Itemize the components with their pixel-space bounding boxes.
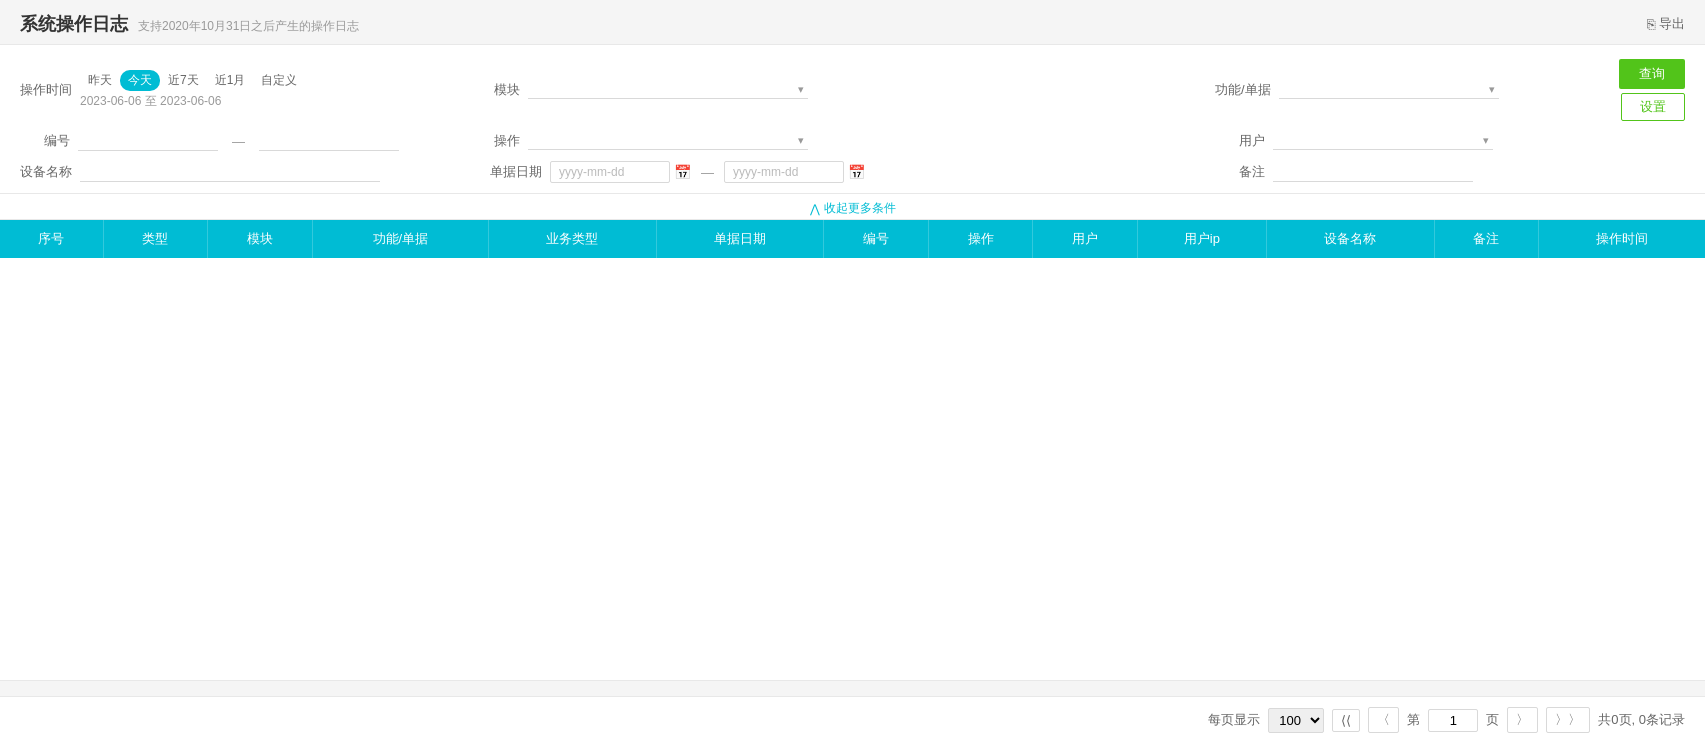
export-icon: ⎘ — [1647, 16, 1655, 32]
operation-filter: 操作 ▾ — [490, 132, 1215, 150]
filter-row-3: 设备名称 单据日期 📅 — 📅 备注 — [20, 161, 1685, 183]
per-page-select[interactable]: 100502010 — [1268, 708, 1324, 733]
voucher-date-label: 单据日期 — [490, 163, 542, 181]
module-label: 模块 — [490, 81, 520, 99]
pagination-bar: 每页显示 100502010 ⟨⟨ 〈 第 页 〉 〉〉 共0页, 0条记录 — [0, 696, 1705, 743]
page-wrapper: 系统操作日志 支持2020年10月31日之后产生的操作日志 ⎘ 导出 操作时间 … — [0, 0, 1705, 743]
filter-area: 操作时间 昨天 今天 近7天 近1月 自定义 2023-06-06 至 2023… — [0, 44, 1705, 194]
module-filter: 模块 ▾ — [490, 81, 1215, 99]
user-select[interactable]: ▾ — [1273, 132, 1493, 150]
operation-time-label: 操作时间 — [20, 81, 72, 99]
collapse-up-icon: ⋀ — [810, 202, 820, 216]
action-buttons: 查询 设置 — [1585, 59, 1685, 121]
settings-button[interactable]: 设置 — [1621, 93, 1685, 121]
date-separator: — — [701, 165, 714, 180]
feature-label: 功能/单据 — [1215, 81, 1271, 99]
scrollbar-inner — [0, 681, 1705, 682]
feature-filter: 功能/单据 ▾ — [1215, 81, 1585, 99]
table-header-cell: 序号 — [0, 220, 103, 258]
page-title: 系统操作日志 — [20, 12, 128, 36]
table-header-cell: 用户 — [1033, 220, 1137, 258]
table-header-cell: 操作时间 — [1538, 220, 1705, 258]
feature-select[interactable]: ▾ — [1279, 81, 1499, 99]
query-button[interactable]: 查询 — [1619, 59, 1685, 89]
page-header: 系统操作日志 支持2020年10月31日之后产生的操作日志 ⎘ 导出 — [0, 0, 1705, 44]
last7days-btn[interactable]: 近7天 — [160, 70, 207, 91]
time-filter-block: 昨天 今天 近7天 近1月 自定义 2023-06-06 至 2023-06-0… — [80, 70, 305, 110]
user-filter: 用户 ▾ — [1215, 132, 1585, 150]
first-page-btn[interactable]: ⟨⟨ — [1332, 709, 1360, 732]
module-chevron-icon: ▾ — [798, 83, 804, 96]
empty-state — [0, 258, 1705, 608]
collapse-bar: ⋀ 收起更多条件 — [0, 194, 1705, 220]
voucher-date-filter: 单据日期 📅 — 📅 — [490, 161, 1215, 183]
module-select[interactable]: ▾ — [528, 81, 808, 99]
table-header-cell: 备注 — [1434, 220, 1538, 258]
operation-chevron-icon: ▾ — [798, 134, 804, 147]
today-btn[interactable]: 今天 — [120, 70, 160, 91]
custom-btn[interactable]: 自定义 — [253, 70, 305, 91]
date-range-text: 2023-06-06 至 2023-06-06 — [80, 93, 305, 110]
number-label: 编号 — [20, 132, 70, 150]
last1month-btn[interactable]: 近1月 — [207, 70, 254, 91]
table-header-cell: 编号 — [824, 220, 928, 258]
page-subtitle: 支持2020年10月31日之后产生的操作日志 — [138, 18, 359, 35]
next-page-btn[interactable]: 〉 — [1507, 707, 1538, 733]
time-buttons-row: 昨天 今天 近7天 近1月 自定义 — [80, 70, 305, 91]
voucher-date-end[interactable] — [724, 161, 844, 183]
table-header-cell: 用户ip — [1137, 220, 1266, 258]
operation-select[interactable]: ▾ — [528, 132, 808, 150]
number-input-start[interactable] — [78, 131, 218, 151]
export-button[interactable]: ⎘ 导出 — [1647, 15, 1685, 33]
filter-row-1: 操作时间 昨天 今天 近7天 近1月 自定义 2023-06-06 至 2023… — [20, 59, 1685, 121]
page-prefix-label: 第 — [1407, 711, 1420, 729]
total-info: 共0页, 0条记录 — [1598, 711, 1685, 729]
horizontal-scrollbar[interactable] — [0, 680, 1705, 696]
user-chevron-icon: ▾ — [1483, 134, 1489, 147]
yesterday-btn[interactable]: 昨天 — [80, 70, 120, 91]
number-separator: — — [232, 134, 245, 149]
page-input[interactable] — [1428, 709, 1478, 732]
device-input[interactable] — [80, 162, 380, 182]
table-header-cell: 单据日期 — [656, 220, 824, 258]
table-header-cell: 功能/单据 — [312, 220, 488, 258]
export-label: 导出 — [1659, 15, 1685, 33]
calendar-icon-start[interactable]: 📅 — [674, 164, 691, 180]
feature-chevron-icon: ▾ — [1489, 83, 1495, 96]
remark-filter: 备注 — [1215, 162, 1585, 182]
title-group: 系统操作日志 支持2020年10月31日之后产生的操作日志 — [20, 12, 359, 36]
voucher-date-group: 📅 — 📅 — [550, 161, 865, 183]
table-header-cell: 设备名称 — [1266, 220, 1434, 258]
number-filter: 编号 — — [20, 131, 490, 151]
table-header-cell: 操作 — [928, 220, 1032, 258]
remark-input[interactable] — [1273, 162, 1473, 182]
calendar-icon-end[interactable]: 📅 — [848, 164, 865, 180]
table-header-cell: 模块 — [208, 220, 312, 258]
user-label: 用户 — [1215, 132, 1265, 150]
filter-row-2: 编号 — 操作 ▾ 用户 ▾ — [20, 131, 1685, 151]
collapse-label: 收起更多条件 — [824, 200, 896, 217]
table-header: 序号类型模块功能/单据业务类型单据日期编号操作用户用户ip设备名称备注操作时间 — [0, 220, 1705, 258]
remark-label: 备注 — [1215, 163, 1265, 181]
page-suffix-label: 页 — [1486, 711, 1499, 729]
device-label: 设备名称 — [20, 163, 72, 181]
voucher-date-start[interactable] — [550, 161, 670, 183]
operation-time-filter: 操作时间 昨天 今天 近7天 近1月 自定义 2023-06-06 至 2023… — [20, 70, 490, 110]
table-container: 序号类型模块功能/单据业务类型单据日期编号操作用户用户ip设备名称备注操作时间 — [0, 220, 1705, 680]
per-page-label: 每页显示 — [1208, 711, 1260, 729]
device-filter: 设备名称 — [20, 162, 490, 182]
prev-page-btn[interactable]: 〈 — [1368, 707, 1399, 733]
data-table: 序号类型模块功能/单据业务类型单据日期编号操作用户用户ip设备名称备注操作时间 — [0, 220, 1705, 258]
operation-label: 操作 — [490, 132, 520, 150]
table-header-row: 序号类型模块功能/单据业务类型单据日期编号操作用户用户ip设备名称备注操作时间 — [0, 220, 1705, 258]
number-input-end[interactable] — [259, 131, 399, 151]
table-header-cell: 类型 — [103, 220, 207, 258]
last-page-btn[interactable]: 〉〉 — [1546, 707, 1590, 733]
table-header-cell: 业务类型 — [489, 220, 657, 258]
collapse-button[interactable]: ⋀ 收起更多条件 — [810, 200, 896, 217]
